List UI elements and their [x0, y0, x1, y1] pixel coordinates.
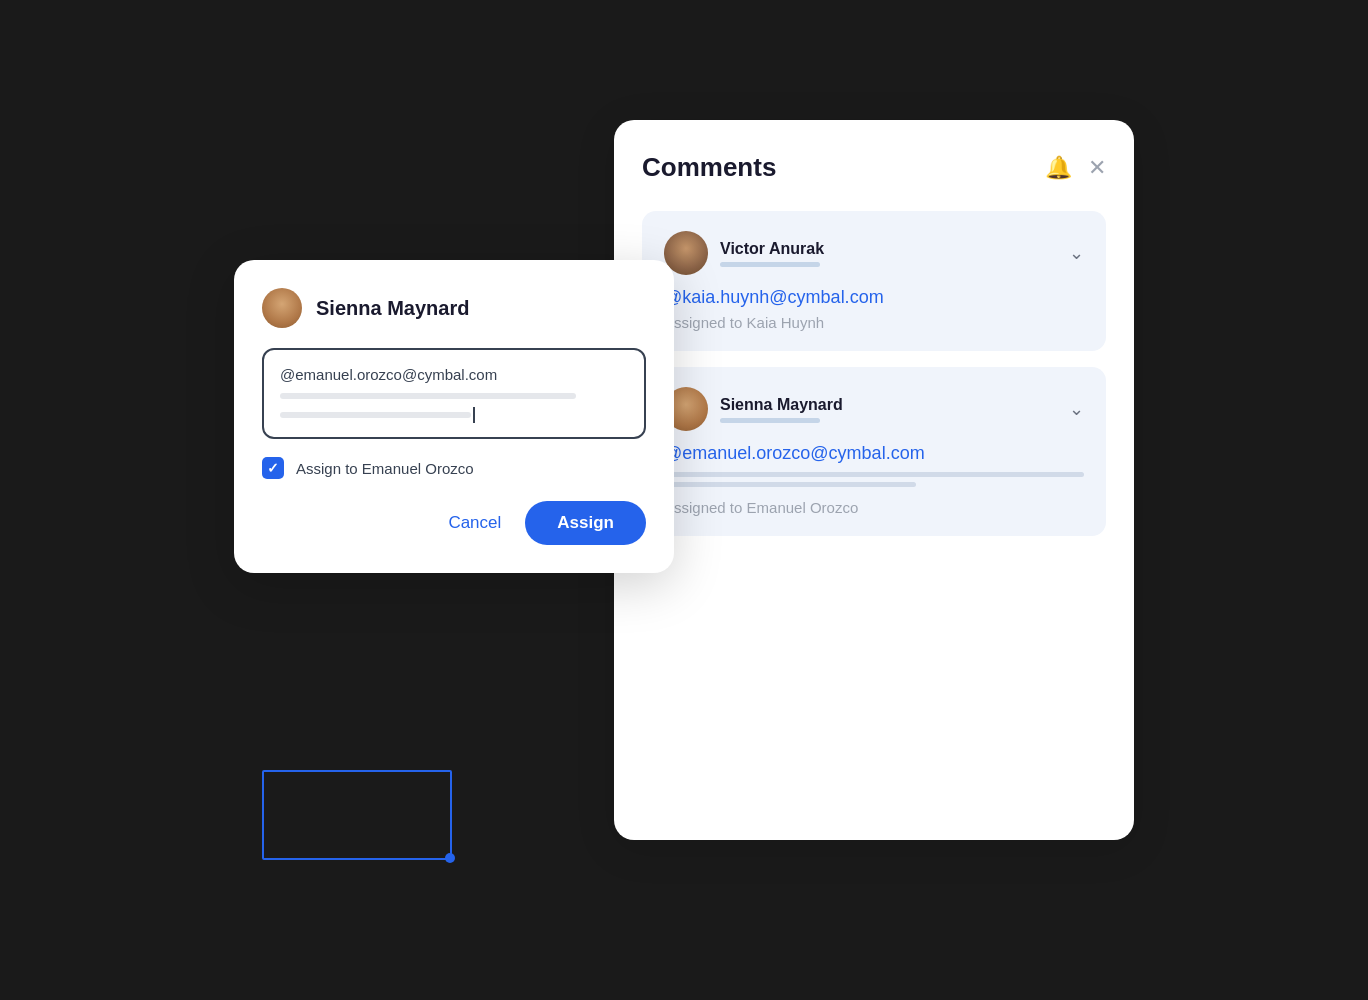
comment-user-info-2: Sienna Maynard [664, 387, 843, 431]
comments-title: Comments [642, 152, 776, 183]
comment-mention-1: @kaia.huynh@cymbal.com [664, 287, 1084, 308]
dialog-actions: Cancel Assign [262, 501, 646, 545]
comments-panel: Comments 🔔 ✕ Victor Anurak ⌄ @kaia.huynh… [614, 120, 1134, 840]
comment-user-info-1: Victor Anurak [664, 231, 824, 275]
comment-line-1 [664, 472, 1084, 477]
user-name-sienna-comments: Sienna Maynard [720, 396, 843, 414]
assign-button[interactable]: Assign [525, 501, 646, 545]
comments-header: Comments 🔔 ✕ [642, 152, 1106, 183]
chevron-down-icon-1[interactable]: ⌄ [1069, 242, 1084, 264]
assign-dialog: Sienna Maynard @emanuel.orozco@cymbal.co… [234, 260, 674, 573]
comment-user-row-1: Victor Anurak ⌄ [664, 231, 1084, 275]
chevron-down-icon-2[interactable]: ⌄ [1069, 398, 1084, 420]
comment-subtext-1: Assigned to Kaia Huynh [664, 314, 1084, 331]
input-cursor-line [280, 407, 628, 423]
checkbox-label: Assign to Emanuel Orozco [296, 460, 474, 477]
text-cursor [473, 407, 475, 423]
checkbox-row: ✓ Assign to Emanuel Orozco [262, 457, 646, 479]
user-name-underline-1 [720, 262, 820, 267]
bell-icon[interactable]: 🔔 [1045, 155, 1072, 181]
selection-handle[interactable] [445, 853, 455, 863]
cancel-button[interactable]: Cancel [444, 505, 505, 541]
dialog-user-name: Sienna Maynard [316, 297, 469, 320]
comments-header-actions: 🔔 ✕ [1045, 155, 1106, 181]
input-area[interactable]: @emanuel.orozco@cymbal.com [262, 348, 646, 439]
user-name-victor: Victor Anurak [720, 240, 824, 258]
comment-card-1: Victor Anurak ⌄ @kaia.huynh@cymbal.com A… [642, 211, 1106, 351]
assign-checkbox[interactable]: ✓ [262, 457, 284, 479]
user-name-underline-2 [720, 418, 820, 423]
check-icon: ✓ [267, 460, 279, 476]
avatar-sienna-dialog [262, 288, 302, 328]
comment-line-2 [664, 482, 916, 487]
input-partial-text [280, 412, 471, 418]
comment-subtext-2: Assigned to Emanuel Orozco [664, 499, 1084, 516]
user-name-block-1: Victor Anurak [720, 240, 824, 267]
comment-lines-2 [664, 472, 1084, 487]
selection-box [262, 770, 452, 860]
comment-card-2: Sienna Maynard ⌄ @emanuel.orozco@cymbal.… [642, 367, 1106, 536]
input-placeholder-line [280, 393, 576, 399]
dialog-user-row: Sienna Maynard [262, 288, 646, 328]
close-icon[interactable]: ✕ [1088, 155, 1106, 181]
comment-mention-2: @emanuel.orozco@cymbal.com [664, 443, 1084, 464]
user-name-block-2: Sienna Maynard [720, 396, 843, 423]
comment-user-row-2: Sienna Maynard ⌄ [664, 387, 1084, 431]
input-email-value: @emanuel.orozco@cymbal.com [280, 366, 628, 383]
